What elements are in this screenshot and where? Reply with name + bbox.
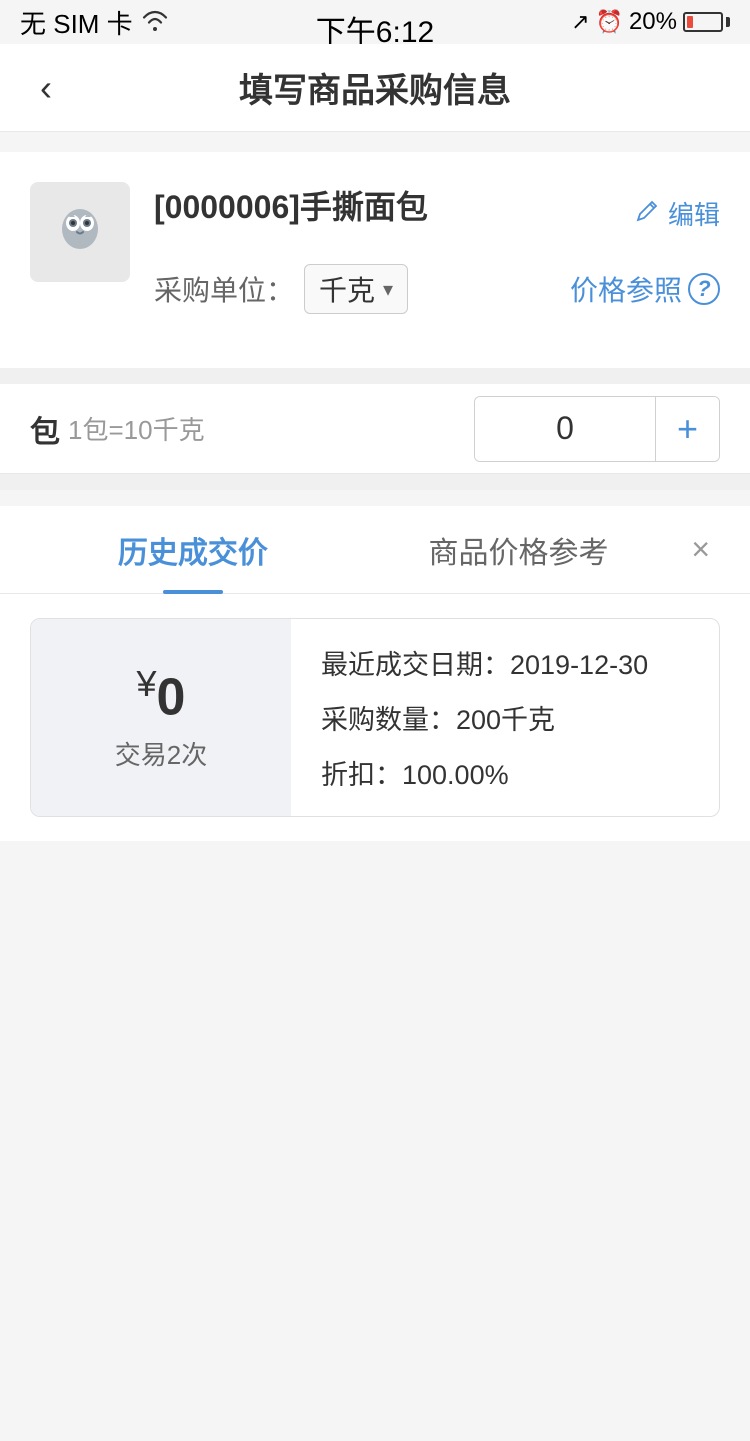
section-divider-2	[0, 474, 750, 490]
unit-select[interactable]: 千克 ▾	[304, 264, 408, 314]
purchase-qty-value: 200千克	[456, 705, 555, 735]
recent-date-value: 2019-12-30	[510, 650, 648, 680]
history-price-value: ¥0	[137, 663, 186, 727]
section-divider	[0, 368, 750, 384]
tab-product-price-ref[interactable]: 商品价格参考	[356, 506, 682, 594]
back-button[interactable]: ‹	[30, 57, 62, 119]
alarm-icon: ⏰	[596, 9, 623, 35]
quantity-plus-button[interactable]: +	[655, 397, 719, 461]
product-card: [0000006]手撕面包 编辑 采购单位： 千克 ▾	[0, 152, 750, 368]
recent-date-label: 最近成交日期：	[321, 650, 510, 680]
wifi-icon	[141, 7, 169, 38]
price-symbol: ¥	[137, 663, 157, 704]
quantity-input-area: +	[474, 396, 720, 462]
location-icon: ↗	[571, 9, 589, 35]
status-right: ↗ ⏰ 20%	[571, 8, 730, 36]
unit-value: 千克	[319, 269, 375, 309]
status-bar: 无 SIM 卡 下午6:12 ↗ ⏰ 20%	[0, 0, 750, 44]
history-section: ¥0 交易2次 最近成交日期：2019-12-30 采购数量：200千克 折扣：…	[0, 594, 750, 841]
tab-history-price[interactable]: 历史成交价	[30, 506, 356, 594]
tab-header: 历史成交价 商品价格参考 ×	[0, 506, 750, 594]
history-card: ¥0 交易2次 最近成交日期：2019-12-30 采购数量：200千克 折扣：…	[30, 618, 720, 817]
tab-panel: 历史成交价 商品价格参考 × ¥0 交易2次 最近成交日期：2019-12-30…	[0, 506, 750, 841]
product-header: [0000006]手撕面包 编辑 采购单位： 千克 ▾	[30, 182, 720, 314]
discount-row: 折扣：100.00%	[321, 753, 689, 792]
status-left: 无 SIM 卡	[20, 4, 169, 41]
unit-dropdown-arrow: ▾	[383, 277, 393, 302]
carrier-label: 无 SIM 卡	[20, 4, 133, 41]
edit-button[interactable]: 编辑	[634, 195, 720, 232]
nav-bar: ‹ 填写商品采购信息	[0, 44, 750, 132]
purchase-qty-label: 采购数量：	[321, 705, 456, 735]
history-trades-count: 交易2次	[115, 735, 207, 772]
price-ref-button[interactable]: 价格参照 ?	[570, 269, 720, 309]
product-icon	[50, 197, 110, 267]
discount-value: 100.00%	[402, 760, 509, 790]
battery-percent: 20%	[629, 8, 677, 36]
quantity-input[interactable]	[475, 397, 655, 461]
price-ref-help-icon: ?	[688, 273, 720, 305]
quantity-unit-label: 包	[30, 407, 60, 451]
recent-date-row: 最近成交日期：2019-12-30	[321, 643, 689, 682]
price-ref-label: 价格参照	[570, 269, 682, 309]
history-price-area: ¥0 交易2次	[31, 619, 291, 816]
page-title: 填写商品采购信息	[239, 63, 511, 112]
product-info: [0000006]手撕面包 编辑 采购单位： 千克 ▾	[154, 182, 720, 314]
product-unit-row: 采购单位： 千克 ▾ 价格参照 ?	[154, 264, 720, 314]
product-thumbnail	[30, 182, 130, 282]
product-name: [0000006]手撕面包	[154, 182, 428, 228]
tab-close-button[interactable]: ×	[681, 521, 720, 578]
purchase-qty-row: 采购数量：200千克	[321, 698, 689, 737]
unit-label: 采购单位：	[154, 269, 294, 309]
battery-indicator	[683, 12, 730, 32]
discount-label: 折扣：	[321, 760, 402, 790]
history-detail-area: 最近成交日期：2019-12-30 采购数量：200千克 折扣：100.00%	[291, 619, 719, 816]
quantity-unit-hint: 1包=10千克	[68, 410, 474, 447]
quantity-row: 包 1包=10千克 +	[0, 384, 750, 474]
bottom-space	[0, 841, 750, 1441]
